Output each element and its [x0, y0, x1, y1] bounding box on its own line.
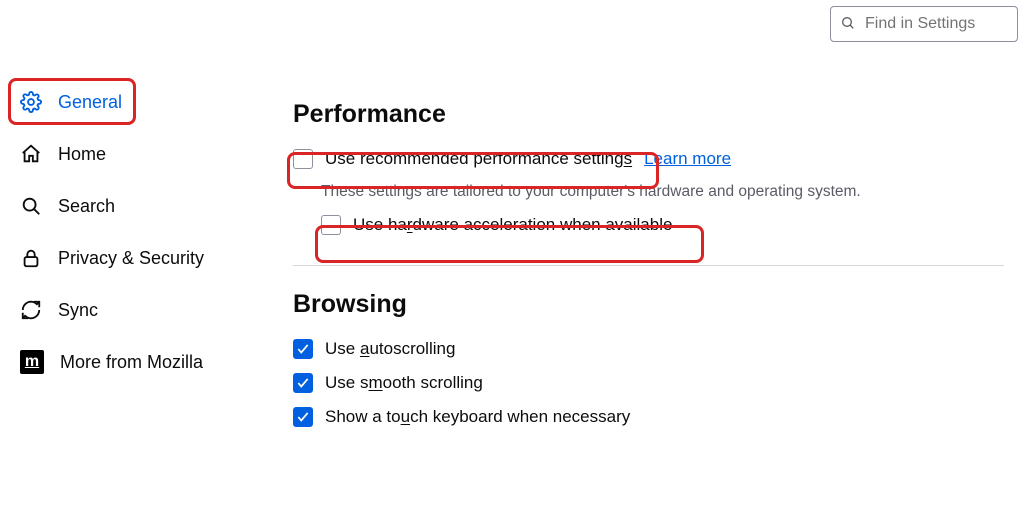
settings-sidebar: General Home Search Privacy & Security S… [10, 80, 240, 392]
recommended-perf-label[interactable]: Use recommended performance settings [325, 149, 632, 169]
browsing-heading: Browsing [293, 290, 1004, 319]
sidebar-item-home[interactable]: Home [10, 132, 240, 176]
sidebar-item-label: Sync [58, 300, 98, 321]
lock-icon [20, 247, 42, 269]
touch-keyboard-row: Show a touch keyboard when necessary [293, 407, 1004, 427]
sidebar-item-mozilla[interactable]: m More from Mozilla [10, 340, 240, 384]
sidebar-item-label: More from Mozilla [60, 352, 203, 373]
performance-heading: Performance [293, 100, 1004, 129]
sidebar-item-label: General [58, 92, 122, 113]
autoscroll-row: Use autoscrolling [293, 339, 1004, 359]
recommended-perf-row: Use recommended performance settings Lea… [293, 149, 1004, 169]
sidebar-item-label: Home [58, 144, 106, 165]
home-icon [20, 143, 42, 165]
autoscroll-checkbox[interactable] [293, 339, 313, 359]
smooth-scroll-row: Use smooth scrolling [293, 373, 1004, 393]
perf-description: These settings are tailored to your comp… [321, 183, 1004, 201]
sidebar-item-label: Search [58, 196, 115, 217]
search-icon [840, 15, 856, 31]
section-divider [293, 265, 1004, 266]
sidebar-item-search[interactable]: Search [10, 184, 240, 228]
hw-accel-checkbox[interactable] [321, 215, 341, 235]
sidebar-item-privacy[interactable]: Privacy & Security [10, 236, 240, 280]
touch-keyboard-checkbox[interactable] [293, 407, 313, 427]
smooth-scroll-label[interactable]: Use smooth scrolling [325, 373, 483, 393]
settings-content: Performance Use recommended performance … [293, 100, 1004, 441]
search-input[interactable] [830, 6, 1018, 42]
sidebar-item-general[interactable]: General [10, 80, 240, 124]
search-container [830, 6, 1018, 42]
gear-icon [20, 91, 42, 113]
learn-more-link[interactable]: Learn more [644, 149, 731, 169]
hw-accel-label[interactable]: Use hardware acceleration when available [353, 215, 672, 235]
sync-icon [20, 299, 42, 321]
search-icon [20, 195, 42, 217]
hw-accel-row: Use hardware acceleration when available [321, 215, 1004, 235]
sidebar-item-sync[interactable]: Sync [10, 288, 240, 332]
autoscroll-label[interactable]: Use autoscrolling [325, 339, 455, 359]
touch-keyboard-label[interactable]: Show a touch keyboard when necessary [325, 407, 630, 427]
recommended-perf-checkbox[interactable] [293, 149, 313, 169]
mozilla-icon: m [20, 350, 44, 374]
sidebar-item-label: Privacy & Security [58, 248, 204, 269]
smooth-scroll-checkbox[interactable] [293, 373, 313, 393]
